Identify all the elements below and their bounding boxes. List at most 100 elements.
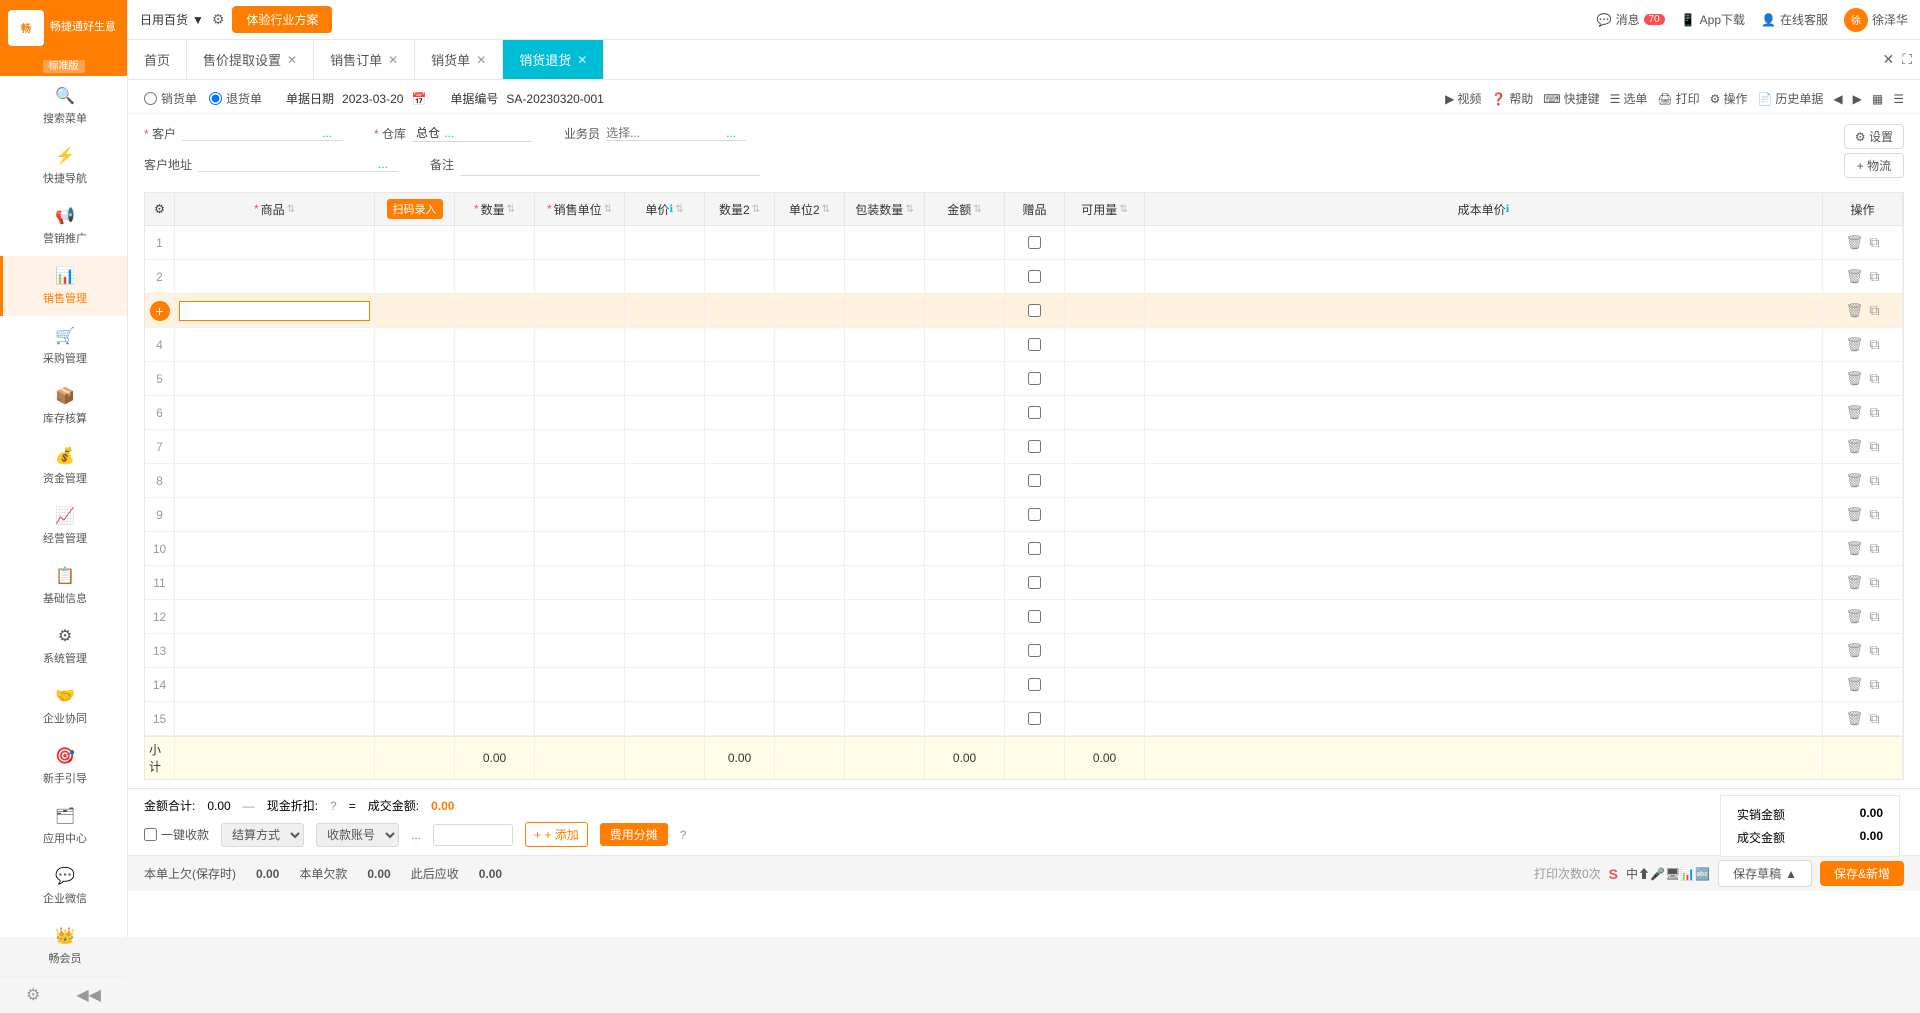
cell-unit2-9[interactable]: [775, 498, 845, 531]
cell-gift-13[interactable]: [1005, 634, 1065, 667]
cell-pkg-7[interactable]: [845, 430, 925, 463]
add-payment-btn[interactable]: + + 添加: [525, 822, 588, 847]
gift-checkbox-11[interactable]: [1009, 576, 1060, 589]
radio-sales-input[interactable]: [144, 92, 157, 105]
gift-checkbox-4[interactable]: [1009, 338, 1060, 351]
delete-icon-1[interactable]: 🗑: [1846, 234, 1864, 251]
cell-cost-15[interactable]: [1145, 702, 1823, 735]
cell-gift-1[interactable]: [1005, 226, 1065, 259]
cell-cost-14[interactable]: [1145, 668, 1823, 701]
cell-gift-2[interactable]: [1005, 260, 1065, 293]
message-btn[interactable]: 💬 消息 70: [1597, 11, 1665, 28]
cell-unit-8[interactable]: [535, 464, 625, 497]
save-draft-btn[interactable]: 保存草稿 ▲: [1718, 860, 1812, 887]
sidebar-item-经营管理[interactable]: 📈经营管理: [0, 496, 127, 556]
cell-gift-5[interactable]: [1005, 362, 1065, 395]
staff-input[interactable]: [606, 126, 726, 140]
th-amount-sort[interactable]: ⇅: [973, 204, 981, 215]
cell-price-4[interactable]: [625, 328, 705, 361]
cell-unit-2[interactable]: [535, 260, 625, 293]
sidebar-item-企业协同[interactable]: 🤝企业协同: [0, 676, 127, 736]
cell-amount-8[interactable]: [925, 464, 1005, 497]
cell-product-12[interactable]: [175, 600, 375, 633]
cell-pkg-5[interactable]: [845, 362, 925, 395]
cell-gift-3[interactable]: [1005, 294, 1065, 327]
tab-销售订单[interactable]: 销售订单✕: [314, 40, 415, 79]
user-btn[interactable]: 徐 徐泽华: [1844, 8, 1908, 32]
cell-price-3[interactable]: [625, 294, 705, 327]
prev-btn[interactable]: ◀: [1833, 92, 1842, 106]
cell-qty2-6[interactable]: [705, 396, 775, 429]
sidebar-item-搜索菜单[interactable]: 🔍搜索菜单: [0, 76, 127, 136]
cell-available-9[interactable]: [1065, 498, 1145, 531]
cell-amount-10[interactable]: [925, 532, 1005, 565]
cell-qty-12[interactable]: [455, 600, 535, 633]
cell-unit2-13[interactable]: [775, 634, 845, 667]
gift-checkbox-10[interactable]: [1009, 542, 1060, 555]
cell-qty2-10[interactable]: [705, 532, 775, 565]
cell-pkg-1[interactable]: [845, 226, 925, 259]
collapse-icon[interactable]: ◀◀: [76, 985, 101, 1005]
cell-unit-11[interactable]: [535, 566, 625, 599]
cell-available-8[interactable]: [1065, 464, 1145, 497]
sidebar-item-系统管理[interactable]: ⚙系统管理: [0, 616, 127, 676]
cell-gift-14[interactable]: [1005, 668, 1065, 701]
copy-icon-15[interactable]: ⧉: [1869, 710, 1879, 727]
customer-dots[interactable]: ...: [322, 126, 332, 140]
delete-icon-10[interactable]: 🗑: [1846, 540, 1864, 557]
tab-close-4[interactable]: ✕: [577, 53, 587, 67]
sidebar-item-资金管理[interactable]: 💰资金管理: [0, 436, 127, 496]
th-price-sort[interactable]: ⇅: [675, 204, 683, 215]
calendar-icon[interactable]: 📅: [411, 92, 426, 106]
cell-cost-13[interactable]: [1145, 634, 1823, 667]
cell-pkg-12[interactable]: [845, 600, 925, 633]
cell-unit2-3[interactable]: [775, 294, 845, 327]
onetime-pay-label[interactable]: 一键收款: [144, 826, 209, 843]
radio-return[interactable]: 退货单: [209, 90, 262, 107]
cell-cost-1[interactable]: [1145, 226, 1823, 259]
cell-amount-5[interactable]: [925, 362, 1005, 395]
sidebar-item-企业微信[interactable]: 💬企业微信: [0, 856, 127, 916]
experience-btn[interactable]: 体验行业方案: [232, 6, 332, 33]
cell-gift-10[interactable]: [1005, 532, 1065, 565]
onetime-pay-checkbox[interactable]: [144, 828, 157, 841]
select-btn[interactable]: ☰ 选单: [1610, 90, 1648, 107]
th-unit2-sort[interactable]: ⇅: [822, 204, 830, 215]
cell-cost-9[interactable]: [1145, 498, 1823, 531]
cell-available-15[interactable]: [1065, 702, 1145, 735]
expand-tab-icon[interactable]: ⛶: [1902, 51, 1912, 68]
remark-input[interactable]: [460, 152, 760, 166]
cell-unit2-12[interactable]: [775, 600, 845, 633]
cell-gift-15[interactable]: [1005, 702, 1065, 735]
tab-close-3[interactable]: ✕: [476, 53, 486, 67]
cell-available-1[interactable]: [1065, 226, 1145, 259]
sidebar-item-基础信息[interactable]: 📋基础信息: [0, 556, 127, 616]
cell-unit-10[interactable]: [535, 532, 625, 565]
cell-qty-13[interactable]: [455, 634, 535, 667]
cell-pkg-13[interactable]: [845, 634, 925, 667]
cell-gift-12[interactable]: [1005, 600, 1065, 633]
cell-cost-10[interactable]: [1145, 532, 1823, 565]
add-row-btn[interactable]: +: [150, 301, 170, 321]
cell-qty2-5[interactable]: [705, 362, 775, 395]
account-select[interactable]: 收款账号: [316, 823, 399, 847]
cell-pkg-10[interactable]: [845, 532, 925, 565]
cell-product-10[interactable]: [175, 532, 375, 565]
delete-icon-8[interactable]: 🗑: [1846, 472, 1864, 489]
shortcut-btn[interactable]: ⌨ 快捷键: [1543, 90, 1599, 107]
cell-price-15[interactable]: [625, 702, 705, 735]
th-available-sort[interactable]: ⇅: [1119, 204, 1127, 215]
copy-icon-1[interactable]: ⧉: [1869, 234, 1879, 251]
cell-unit-13[interactable]: [535, 634, 625, 667]
cell-amount-7[interactable]: [925, 430, 1005, 463]
cell-pkg-4[interactable]: [845, 328, 925, 361]
tab-销货单[interactable]: 销货单✕: [415, 40, 503, 79]
cell-product-8[interactable]: [175, 464, 375, 497]
cell-unit-6[interactable]: [535, 396, 625, 429]
cell-unit-3[interactable]: [535, 294, 625, 327]
cell-qty-6[interactable]: [455, 396, 535, 429]
cell-price-9[interactable]: [625, 498, 705, 531]
sidebar-item-应用中心[interactable]: 🗂应用中心: [0, 796, 127, 856]
cell-qty-3[interactable]: [455, 294, 535, 327]
video-btn[interactable]: ▶ 视频: [1445, 90, 1481, 107]
